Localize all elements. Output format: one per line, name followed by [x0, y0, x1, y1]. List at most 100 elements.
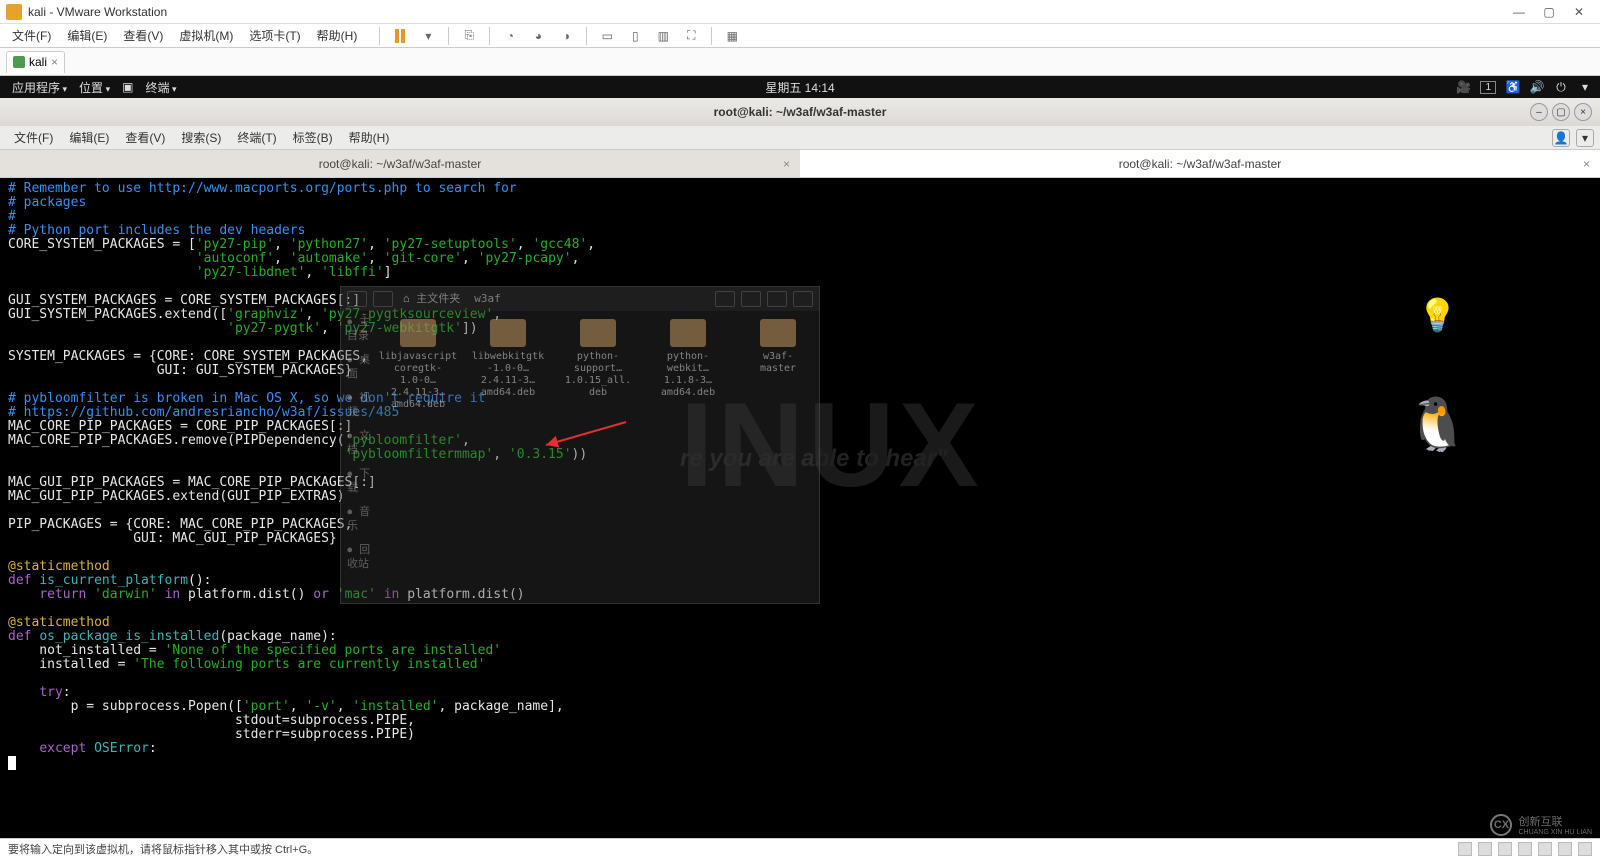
tab-close-icon[interactable]: × — [51, 55, 58, 69]
window-maximize[interactable]: ▢ — [1552, 103, 1570, 121]
status-device-sound[interactable] — [1538, 842, 1552, 856]
vmware-menubar: 文件(F) 编辑(E) 查看(V) 虚拟机(M) 选项卡(T) 帮助(H) ▾ … — [0, 24, 1600, 48]
menu-help[interactable]: 帮助(H) — [309, 27, 366, 44]
vmware-tabstrip: kali × — [0, 48, 1600, 76]
close-button[interactable]: ✕ — [1564, 5, 1594, 19]
window-minimize[interactable]: – — [1530, 103, 1548, 121]
snapshot-revert-icon[interactable]: ◕ — [526, 26, 550, 46]
fm-sidebar-item[interactable]: ⦁ 文档 — [347, 429, 371, 457]
menu-edit[interactable]: 编辑(E) — [59, 27, 115, 44]
desktop-shortcut-1[interactable]: 💡 — [1418, 296, 1458, 334]
fit-window-icon[interactable]: ▯ — [623, 26, 647, 46]
image-watermark: CX 创新互联 CHUANG XIN HU LIAN — [1490, 813, 1592, 836]
window-title: root@kali: ~/w3af/w3af-master — [714, 105, 887, 119]
terminal-tab-1[interactable]: root@kali: ~/w3af/w3af-master × — [0, 150, 800, 177]
clock[interactable]: 星期五 14:14 — [765, 79, 834, 96]
term-menu-help[interactable]: 帮助(H) — [341, 129, 398, 146]
menu-vm[interactable]: 虚拟机(M) — [171, 27, 241, 44]
fm-sidebar-item[interactable]: ⦁ 视频 — [347, 391, 371, 419]
tab-close-icon[interactable]: × — [783, 157, 790, 171]
fm-breadcrumb-current[interactable]: w3af — [470, 292, 505, 306]
fm-sidebar-item[interactable]: ⦁ 音乐 — [347, 505, 371, 533]
terminal-output[interactable]: INUX re you are able to hear" # Remember… — [0, 178, 1600, 778]
status-device-printer[interactable] — [1558, 842, 1572, 856]
fm-view-grid-icon[interactable] — [741, 291, 761, 307]
term-menu-search[interactable]: 搜索(S) — [173, 129, 229, 146]
volume-icon[interactable]: 🔊 — [1530, 80, 1544, 94]
status-device-usb[interactable] — [1518, 842, 1532, 856]
fm-search-icon[interactable] — [715, 291, 735, 307]
menu-file[interactable]: 文件(F) — [4, 27, 59, 44]
vm-tab-icon — [13, 56, 25, 68]
split-dropdown[interactable]: ▾ — [1576, 129, 1594, 147]
fm-back-button[interactable] — [347, 291, 367, 307]
vm-tab-label: kali — [29, 55, 47, 69]
fm-forward-button[interactable] — [373, 291, 393, 307]
term-menu-file[interactable]: 文件(F) — [6, 129, 61, 146]
terminal-titlebar: root@kali: ~/w3af/w3af-master – ▢ × — [0, 98, 1600, 126]
fm-file-icon[interactable]: libjavascriptcoregtk-1.0-0…2.4.11-3…amd6… — [385, 319, 451, 411]
system-menu-chevron[interactable]: ▾ — [1578, 80, 1592, 94]
tab-label: root@kali: ~/w3af/w3af-master — [319, 157, 482, 171]
fit-guest-icon[interactable]: ▭ — [595, 26, 619, 46]
pause-button[interactable] — [388, 26, 412, 46]
apps-menu[interactable]: 应用程序 — [8, 79, 71, 96]
guest-vm-display: 应用程序 位置 ▣ 终端 星期五 14:14 🎥 1 ♿ 🔊 ⏻ ▾ root@… — [0, 76, 1600, 838]
vmware-title: kali - VMware Workstation — [28, 5, 1504, 19]
status-device-net[interactable] — [1498, 842, 1512, 856]
term-menu-tabs[interactable]: 标签(B) — [285, 129, 341, 146]
fullscreen-icon[interactable]: ⛶ — [679, 26, 703, 46]
menu-tabs[interactable]: 选项卡(T) — [241, 27, 308, 44]
fm-sidebar-item[interactable]: ⦁ 主目录 — [347, 315, 371, 343]
terminal-menu[interactable]: 终端 — [141, 79, 180, 96]
status-device-cd[interactable] — [1478, 842, 1492, 856]
fm-file-icon[interactable]: python-webkit…1.1.8-3…amd64.deb — [655, 319, 721, 399]
vmware-statusbar: 要将输入定向到该虚拟机，请将鼠标指针移入其中或按 Ctrl+G。 — [0, 838, 1600, 858]
fm-icon-grid: libjavascriptcoregtk-1.0-0…2.4.11-3…amd6… — [377, 311, 819, 603]
fm-file-icon[interactable]: python-support…1.0.15_all.deb — [565, 319, 631, 399]
send-cad-icon[interactable]: ⎘ — [457, 26, 481, 46]
status-device-display[interactable] — [1578, 842, 1592, 856]
tab-label: root@kali: ~/w3af/w3af-master — [1119, 157, 1282, 171]
video-icon[interactable]: 🎥 — [1456, 80, 1470, 94]
watermark-logo: CX — [1490, 814, 1512, 836]
fm-file-icon[interactable]: w3af-master — [745, 319, 811, 375]
places-menu[interactable]: 位置 — [75, 79, 114, 96]
gnome-topbar: 应用程序 位置 ▣ 终端 星期五 14:14 🎥 1 ♿ 🔊 ⏻ ▾ — [0, 76, 1600, 98]
snapshot-icon[interactable]: ◔ — [498, 26, 522, 46]
term-menu-view[interactable]: 查看(V) — [117, 129, 173, 146]
fm-sidebar-item[interactable]: ⦁ 桌面 — [347, 353, 371, 381]
minimize-button[interactable]: — — [1504, 5, 1534, 19]
vmware-toolbar: ▾ ⎘ ◔ ◕ ◑ ▭ ▯ ▥ ⛶ ▦ — [373, 24, 746, 47]
file-manager-window[interactable]: ⌂ 主文件夹 w3af ⦁ 主目录 ⦁ 桌面 ⦁ 视频 ⦁ 文档 ⦁ 下载 ⦁ 音乐 ⦁ 回… — [340, 286, 820, 604]
fm-breadcrumb-home[interactable]: ⌂ 主文件夹 — [399, 292, 464, 306]
tab-close-icon[interactable]: × — [1583, 157, 1590, 171]
power-icon[interactable]: ⏻ — [1554, 80, 1568, 94]
desktop-shortcut-qq[interactable]: 🐧 — [1405, 394, 1470, 455]
split-button[interactable]: 👤 — [1552, 129, 1570, 147]
vmware-tab-kali[interactable]: kali × — [6, 51, 65, 73]
terminal-tab-2[interactable]: root@kali: ~/w3af/w3af-master × — [800, 150, 1600, 177]
fm-sidebar-item[interactable]: ⦁ 回收站 — [347, 543, 371, 571]
unity-icon[interactable]: ▥ — [651, 26, 675, 46]
window-close[interactable]: × — [1574, 103, 1592, 121]
fm-file-icon[interactable]: libwebkitgtk-1.0-0…2.4.11-3…amd64.deb — [475, 319, 541, 399]
terminal-menubar: 文件(F) 编辑(E) 查看(V) 搜索(S) 终端(T) 标签(B) 帮助(H… — [0, 126, 1600, 150]
menu-view[interactable]: 查看(V) — [115, 27, 171, 44]
term-menu-edit[interactable]: 编辑(E) — [61, 129, 117, 146]
power-dropdown[interactable]: ▾ — [416, 26, 440, 46]
snapshot-manager-icon[interactable]: ◑ — [554, 26, 578, 46]
vmware-app-icon — [6, 4, 22, 20]
fm-toolbar: ⌂ 主文件夹 w3af — [341, 287, 819, 311]
fm-view-list-icon[interactable] — [767, 291, 787, 307]
maximize-button[interactable]: ▢ — [1534, 5, 1564, 19]
status-device-hdd[interactable] — [1458, 842, 1472, 856]
workspace-indicator[interactable]: 1 — [1480, 81, 1496, 94]
fm-menu-icon[interactable] — [793, 291, 813, 307]
accessibility-icon[interactable]: ♿ — [1506, 80, 1520, 94]
fm-sidebar-item[interactable]: ⦁ 下载 — [347, 467, 371, 495]
status-text: 要将输入定向到该虚拟机，请将鼠标指针移入其中或按 Ctrl+G。 — [8, 841, 318, 857]
terminal-tabstrip: root@kali: ~/w3af/w3af-master × root@kal… — [0, 150, 1600, 178]
library-icon[interactable]: ▦ — [720, 26, 744, 46]
term-menu-terminal[interactable]: 终端(T) — [229, 129, 284, 146]
